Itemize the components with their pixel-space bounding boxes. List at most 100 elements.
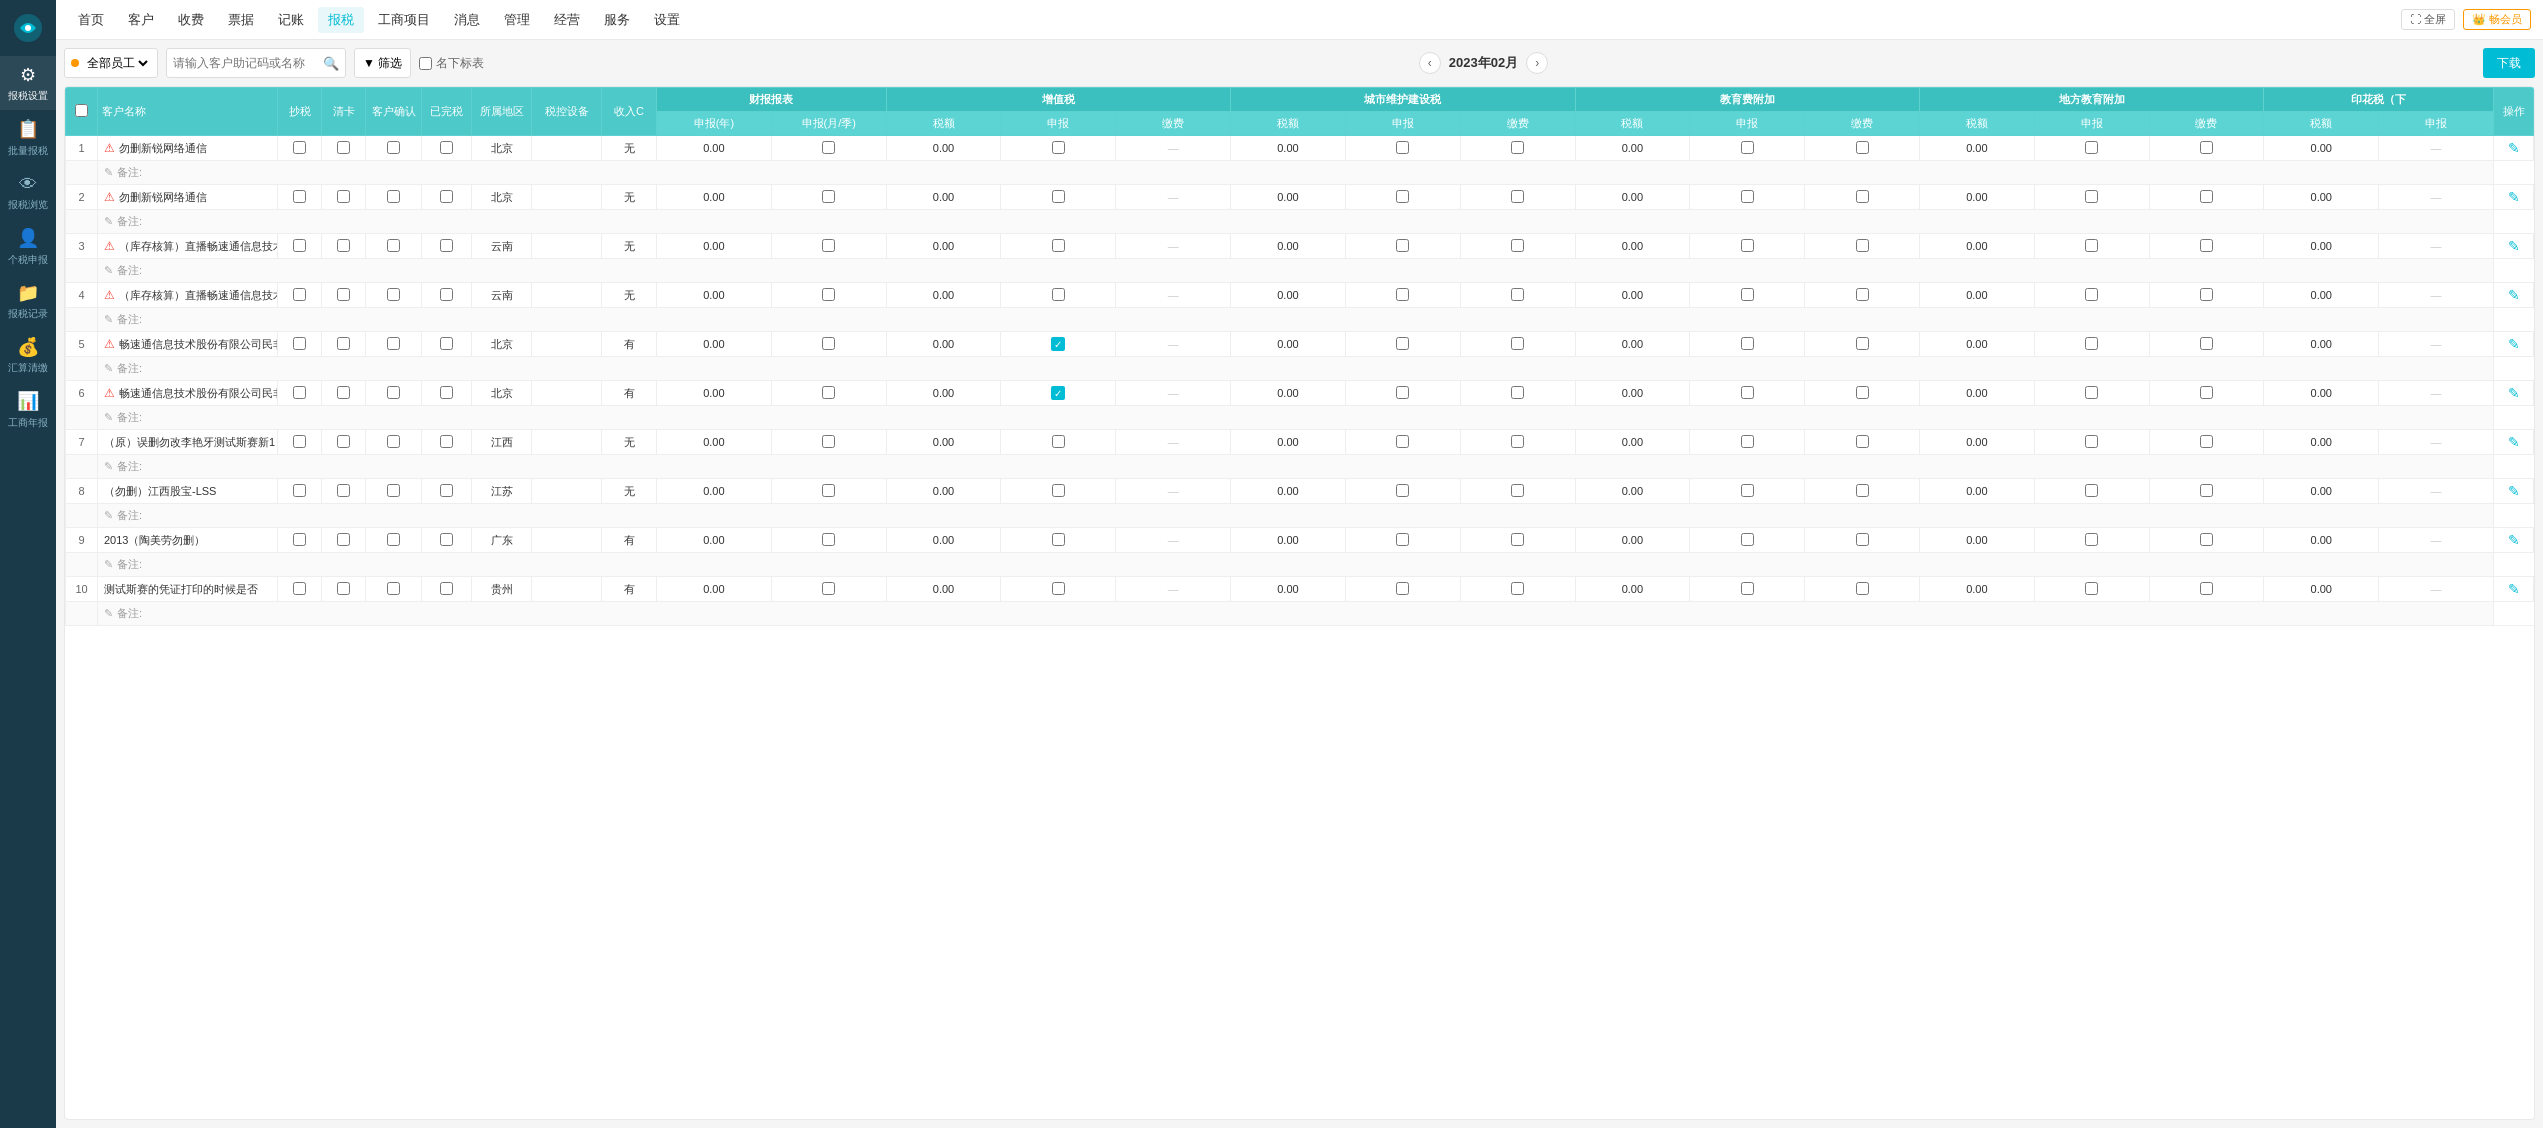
remark-edit-icon[interactable]: ✎ [104,264,113,277]
city-pay-checkbox[interactable] [1511,141,1524,154]
remark-edit-icon[interactable]: ✎ [104,509,113,522]
declared-checkbox[interactable] [440,533,453,546]
edu-pay-checkbox[interactable] [1856,239,1869,252]
swipe-checkbox[interactable] [337,288,350,301]
fin-year-checkbox[interactable] [822,337,835,350]
search-input[interactable] [173,56,323,70]
local-declare-checkbox[interactable] [2085,484,2098,497]
fin-year-checkbox[interactable] [822,484,835,497]
fin-year-checkbox[interactable] [822,288,835,301]
edit-button[interactable]: ✎ [2508,483,2520,499]
local-declare-checkbox[interactable] [2085,582,2098,595]
topnav-services[interactable]: 服务 [594,7,640,33]
sidebar-item-remittance[interactable]: 💰 汇算清缴 [0,328,56,382]
edu-pay-checkbox[interactable] [1856,141,1869,154]
verify-checkbox[interactable] [387,288,400,301]
declared-checkbox[interactable] [440,190,453,203]
prev-month-button[interactable]: ‹ [1419,52,1441,74]
filter-button[interactable]: ▼ 筛选 [354,48,411,78]
edit-button[interactable]: ✎ [2508,238,2520,254]
swipe-checkbox[interactable] [337,337,350,350]
edu-declare-checkbox[interactable] [1741,582,1754,595]
declared-checkbox[interactable] [440,484,453,497]
download-button[interactable]: 下载 [2483,48,2535,78]
declared-checkbox[interactable] [440,288,453,301]
edu-pay-checkbox[interactable] [1856,337,1869,350]
declared-checkbox[interactable] [440,386,453,399]
fin-year-checkbox[interactable] [822,533,835,546]
edit-button[interactable]: ✎ [2508,189,2520,205]
vat-declare-checkbox[interactable] [1052,582,1065,595]
fin-year-checkbox[interactable] [822,190,835,203]
remark-edit-icon[interactable]: ✎ [104,607,113,620]
city-pay-checkbox[interactable] [1511,190,1524,203]
local-pay-checkbox[interactable] [2200,435,2213,448]
taxes-checkbox[interactable] [293,141,306,154]
sidebar-item-tax-settings[interactable]: ⚙ 报税设置 [0,56,56,110]
edit-button[interactable]: ✎ [2508,581,2520,597]
edu-declare-checkbox[interactable] [1741,435,1754,448]
edit-button[interactable]: ✎ [2508,434,2520,450]
member-button[interactable]: 👑 畅会员 [2463,9,2531,30]
local-declare-checkbox[interactable] [2085,435,2098,448]
next-month-button[interactable]: › [1526,52,1548,74]
verify-checkbox[interactable] [387,484,400,497]
edu-pay-checkbox[interactable] [1856,533,1869,546]
taxes-checkbox[interactable] [293,337,306,350]
edu-declare-checkbox[interactable] [1741,337,1754,350]
local-pay-checkbox[interactable] [2200,337,2213,350]
employee-filter-select[interactable]: 全部员工 [83,55,151,71]
fin-year-checkbox[interactable] [822,239,835,252]
edu-pay-checkbox[interactable] [1856,386,1869,399]
sidebar-item-annual-report[interactable]: 📊 工商年报 [0,382,56,436]
remark-edit-icon[interactable]: ✎ [104,460,113,473]
edu-declare-checkbox[interactable] [1741,141,1754,154]
city-declare-checkbox[interactable] [1396,386,1409,399]
city-pay-checkbox[interactable] [1511,239,1524,252]
fin-year-checkbox[interactable] [822,582,835,595]
local-declare-checkbox[interactable] [2085,141,2098,154]
local-declare-checkbox[interactable] [2085,288,2098,301]
swipe-checkbox[interactable] [337,386,350,399]
topnav-billing[interactable]: 收费 [168,7,214,33]
edu-pay-checkbox[interactable] [1856,288,1869,301]
remark-edit-icon[interactable]: ✎ [104,215,113,228]
verify-checkbox[interactable] [387,533,400,546]
edu-pay-checkbox[interactable] [1856,484,1869,497]
remark-edit-icon[interactable]: ✎ [104,558,113,571]
city-pay-checkbox[interactable] [1511,288,1524,301]
vat-declare-checkbox[interactable] [1052,484,1065,497]
checkbox-label[interactable]: 名下标表 [419,55,484,72]
local-pay-checkbox[interactable] [2200,386,2213,399]
city-declare-checkbox[interactable] [1396,288,1409,301]
edu-declare-checkbox[interactable] [1741,239,1754,252]
declared-checkbox[interactable] [440,435,453,448]
sidebar-item-tax-view[interactable]: 👁 报税浏览 [0,165,56,219]
city-pay-checkbox[interactable] [1511,533,1524,546]
city-pay-checkbox[interactable] [1511,582,1524,595]
city-pay-checkbox[interactable] [1511,386,1524,399]
local-pay-checkbox[interactable] [2200,533,2213,546]
checkbox-name-list[interactable] [419,57,432,70]
edu-declare-checkbox[interactable] [1741,533,1754,546]
city-declare-checkbox[interactable] [1396,337,1409,350]
swipe-checkbox[interactable] [337,435,350,448]
vat-declare-checkbox[interactable] [1052,239,1065,252]
vat-declare-checkbox[interactable] [1052,141,1065,154]
verify-checkbox[interactable] [387,337,400,350]
sidebar-item-tax-records[interactable]: 📁 报税记录 [0,274,56,328]
local-declare-checkbox[interactable] [2085,337,2098,350]
swipe-checkbox[interactable] [337,239,350,252]
edu-pay-checkbox[interactable] [1856,190,1869,203]
city-declare-checkbox[interactable] [1396,190,1409,203]
fin-year-checkbox[interactable] [822,435,835,448]
local-declare-checkbox[interactable] [2085,190,2098,203]
local-declare-checkbox[interactable] [2085,386,2098,399]
taxes-checkbox[interactable] [293,582,306,595]
topnav-invoices[interactable]: 票据 [218,7,264,33]
remark-edit-icon[interactable]: ✎ [104,166,113,179]
taxes-checkbox[interactable] [293,435,306,448]
taxes-checkbox[interactable] [293,533,306,546]
edu-declare-checkbox[interactable] [1741,288,1754,301]
city-pay-checkbox[interactable] [1511,435,1524,448]
